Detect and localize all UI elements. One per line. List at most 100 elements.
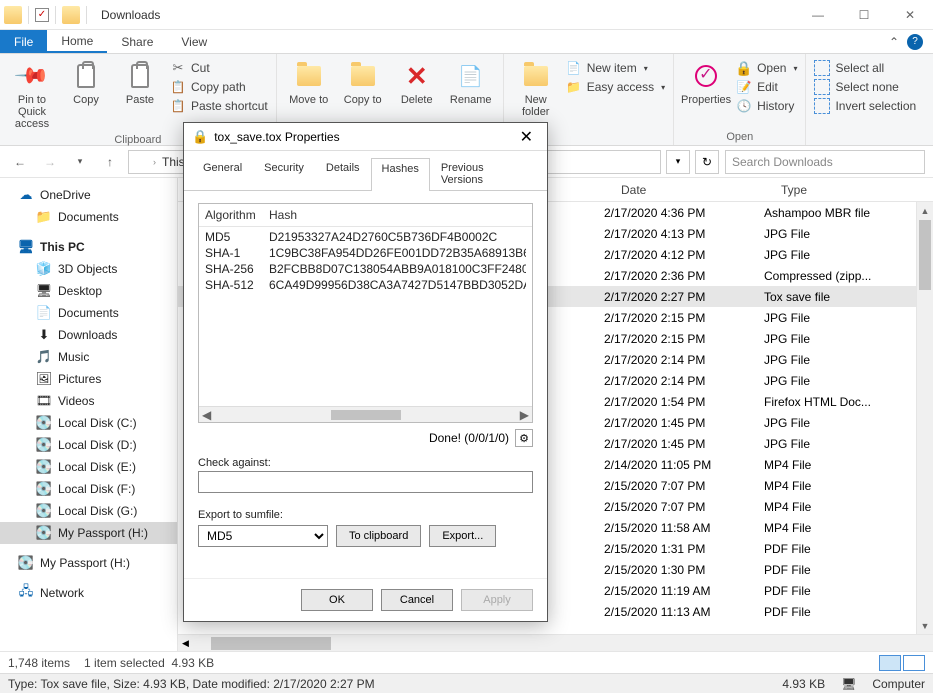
tree-item[interactable]: 🎵Music [0, 346, 177, 368]
easy-access-button[interactable]: 📁Easy access▾ [566, 79, 665, 95]
history-button[interactable]: 🕓History [736, 98, 797, 114]
to-clipboard-button[interactable]: To clipboard [336, 525, 421, 547]
column-algorithm[interactable]: Algorithm [205, 208, 269, 222]
status-bar: 1,748 items 1 item selected 4.93 KB [0, 651, 933, 673]
new-folder-button[interactable]: New folder [512, 58, 560, 120]
apply-button[interactable]: Apply [461, 589, 533, 611]
pin-quick-access-button[interactable]: 📌Pin to Quick access [8, 58, 56, 132]
hash-row[interactable]: MD5D21953327A24D2760C5B736DF4B0002C [205, 229, 526, 245]
title-bar: ✓ Downloads — ☐ ✕ [0, 0, 933, 30]
tab-view[interactable]: View [167, 30, 221, 53]
tree-item[interactable]: 💽My Passport (H:) [0, 552, 177, 574]
status-selected: 1 item selected 4.93 KB [84, 656, 214, 670]
search-input[interactable]: Search Downloads [725, 150, 925, 174]
dialog-tab[interactable]: Hashes [371, 158, 430, 191]
tree-item[interactable]: 🖥Desktop [0, 280, 177, 302]
rename-button[interactable]: 📄Rename [447, 58, 495, 108]
tree-item[interactable]: 💽Local Disk (G:) [0, 500, 177, 522]
invert-selection-button[interactable]: Invert selection [814, 98, 916, 114]
properties-dialog: 🔒 tox_save.tox Properties ✕ GeneralSecur… [183, 122, 548, 622]
dialog-tab[interactable]: Security [253, 157, 315, 190]
delete-button[interactable]: ✕Delete [393, 58, 441, 108]
address-dropdown-button[interactable]: ▾ [666, 150, 690, 174]
properties-button[interactable]: Properties [682, 58, 730, 108]
export-format-select[interactable]: MD5 [198, 525, 328, 547]
paste-shortcut-button[interactable]: 📋Paste shortcut [170, 98, 268, 114]
gear-icon[interactable]: ⚙ [515, 429, 533, 447]
select-none-button[interactable]: Select none [814, 79, 916, 95]
qat-check-icon[interactable]: ✓ [35, 8, 49, 22]
dialog-tab[interactable]: Previous Versions [430, 157, 539, 190]
column-type[interactable]: Type [773, 183, 933, 197]
ribbon-collapse-icon[interactable]: ⌃ [889, 35, 899, 49]
copy-path-button[interactable]: 📋Copy path [170, 79, 268, 95]
paste-button[interactable]: Paste [116, 58, 164, 108]
column-date[interactable]: Date [613, 183, 773, 197]
ok-button[interactable]: OK [301, 589, 373, 611]
tab-file[interactable]: File [0, 30, 47, 53]
details-bar: Type: Tox save file, Size: 4.93 KB, Date… [0, 673, 933, 693]
hash-row[interactable]: SHA-5126CA49D99956D38CA3A7427D5147BBD305… [205, 277, 526, 293]
select-all-button[interactable]: Select all [814, 60, 916, 76]
help-icon[interactable]: ? [907, 34, 923, 50]
tree-item[interactable]: ⬇Downloads [0, 324, 177, 346]
copy-to-button[interactable]: Copy to [339, 58, 387, 108]
dialog-tab[interactable]: Details [315, 157, 371, 190]
edit-button[interactable]: 📝Edit [736, 79, 797, 95]
tree-item[interactable]: 💽Local Disk (E:) [0, 456, 177, 478]
view-large-icon[interactable] [903, 655, 925, 671]
details-text: Type: Tox save file, Size: 4.93 KB, Date… [8, 677, 375, 691]
minimize-button[interactable]: — [795, 0, 841, 30]
export-button[interactable]: Export... [429, 525, 496, 547]
tree-item[interactable]: 📁Documents [0, 206, 177, 228]
tree-item[interactable]: 📄Documents [0, 302, 177, 324]
hash-status: Done! (0/0/1/0) [429, 431, 509, 445]
move-to-button[interactable]: Move to [285, 58, 333, 108]
tab-home[interactable]: Home [47, 30, 107, 53]
column-hash[interactable]: Hash [269, 208, 297, 222]
view-details-icon[interactable] [879, 655, 901, 671]
export-label: Export to sumfile: [198, 509, 533, 521]
dialog-close-button[interactable]: ✕ [514, 127, 539, 147]
hash-horizontal-scrollbar[interactable]: ◀▶ [199, 406, 532, 422]
recent-locations-button[interactable]: ▾ [68, 150, 92, 174]
check-against-label: Check against: [198, 457, 533, 469]
new-item-button[interactable]: 📄New item▾ [566, 60, 665, 76]
tree-item[interactable]: 🎞Videos [0, 390, 177, 412]
cancel-button[interactable]: Cancel [381, 589, 453, 611]
tree-onedrive[interactable]: ☁OneDrive [0, 184, 177, 206]
horizontal-scrollbar[interactable]: ◀ [178, 634, 933, 651]
cut-button[interactable]: ✂Cut [170, 60, 268, 76]
maximize-button[interactable]: ☐ [841, 0, 887, 30]
folder-icon[interactable] [4, 6, 22, 24]
hash-list: Algorithm Hash MD5D21953327A24D2760C5B73… [198, 203, 533, 423]
dialog-titlebar[interactable]: 🔒 tox_save.tox Properties ✕ [184, 123, 547, 151]
dialog-tab[interactable]: General [192, 157, 253, 190]
back-button[interactable]: ← [8, 150, 32, 174]
tree-item[interactable]: 🖼Pictures [0, 368, 177, 390]
up-button[interactable]: ↑ [98, 150, 122, 174]
ribbon-tabs: File Home Share View ⌃ ? [0, 30, 933, 54]
lock-icon: 🔒 [192, 129, 208, 145]
tree-item[interactable]: 💽Local Disk (D:) [0, 434, 177, 456]
tree-item[interactable]: 💽My Passport (H:) [0, 522, 177, 544]
tree-item[interactable]: 🧊3D Objects [0, 258, 177, 280]
folder-icon[interactable] [62, 6, 80, 24]
tab-share[interactable]: Share [107, 30, 167, 53]
refresh-button[interactable]: ↻ [695, 150, 719, 174]
vertical-scrollbar[interactable]: ▲ ▼ [916, 202, 933, 634]
check-against-input[interactable] [198, 471, 533, 493]
navigation-tree: ☁OneDrive 📁Documents 🖥This PC 🧊3D Object… [0, 178, 178, 651]
tree-thispc[interactable]: 🖥This PC [0, 236, 177, 258]
open-button[interactable]: 🔒Open▾ [736, 60, 797, 76]
hash-row[interactable]: SHA-256B2FCBB8D07C138054ABB9A018100C3FF2… [205, 261, 526, 277]
dialog-tabs: GeneralSecurityDetailsHashesPrevious Ver… [184, 151, 547, 191]
copy-button[interactable]: Copy [62, 58, 110, 108]
tree-item[interactable]: 💽Local Disk (C:) [0, 412, 177, 434]
tree-network[interactable]: 🖧Network [0, 582, 177, 604]
folder-icon [133, 155, 149, 169]
hash-row[interactable]: SHA-11C9BC38FA954DD26FE001DD72B35A68913B… [205, 245, 526, 261]
tree-item[interactable]: 💽Local Disk (F:) [0, 478, 177, 500]
close-button[interactable]: ✕ [887, 0, 933, 30]
forward-button[interactable]: → [38, 150, 62, 174]
